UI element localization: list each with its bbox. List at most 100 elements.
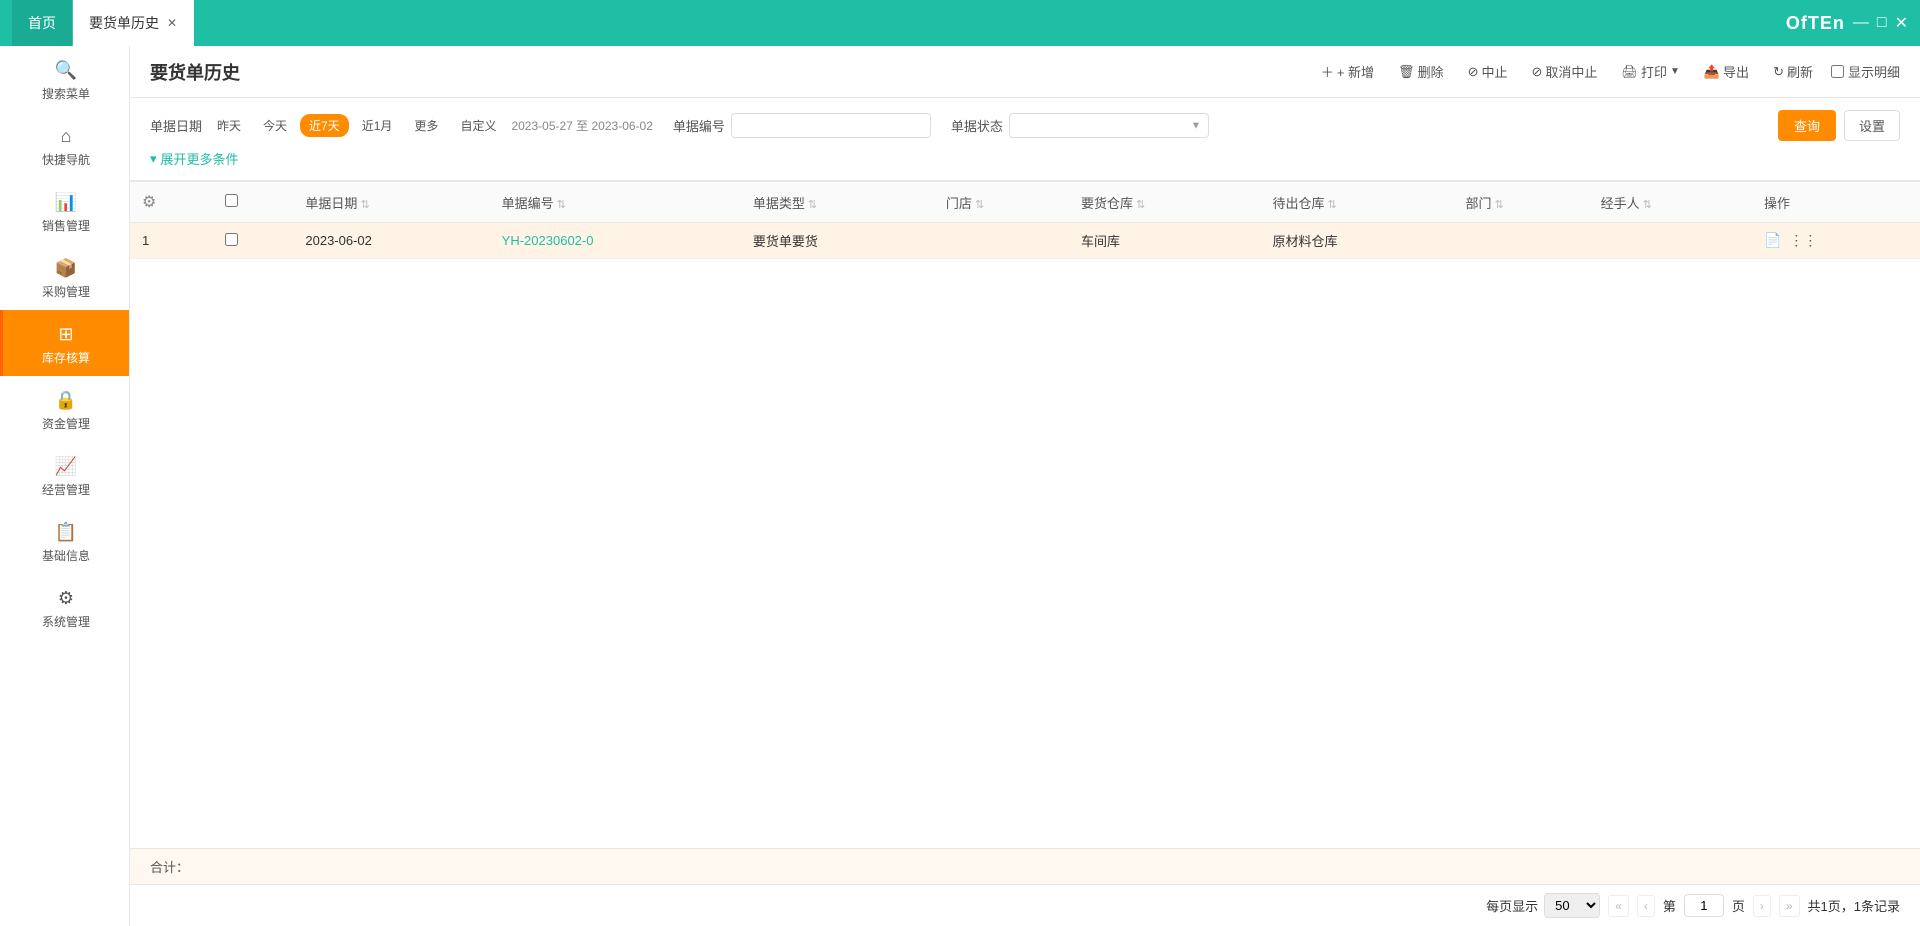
th-dept[interactable]: 部门: [1454, 182, 1589, 223]
print-button[interactable]: 🖨 打印 ▼: [1615, 58, 1685, 85]
add-icon: ＋: [1321, 62, 1334, 81]
display-detail-checkbox[interactable]: [1831, 65, 1844, 78]
table-container: ⚙ 单据日期 单据编号 单据类型 门店 要货仓库 待出仓库 部门: [130, 181, 1920, 848]
date-btn-yesterday[interactable]: 昨天: [208, 114, 250, 137]
delete-label: 删除: [1418, 62, 1444, 81]
sidebar-item-system[interactable]: ⚙ 系统管理: [0, 574, 129, 640]
page-number-input[interactable]: [1684, 894, 1724, 917]
th-handler[interactable]: 经手人: [1589, 182, 1752, 223]
cell-checkbox: [213, 223, 293, 259]
stop-icon: ⊘: [1468, 64, 1479, 80]
tab-home[interactable]: 首页: [12, 0, 73, 46]
sidebar-item-system-label: 系统管理: [42, 613, 90, 630]
refresh-label: 刷新: [1787, 62, 1813, 81]
date-btn-custom[interactable]: 自定义: [451, 114, 505, 137]
more-action-icon[interactable]: ⋮⋮: [1789, 232, 1817, 249]
display-detail-toggle[interactable]: 显示明细: [1831, 62, 1900, 81]
export-icon: 📤: [1704, 64, 1720, 80]
cancel-stop-button[interactable]: ⊘ 取消中止: [1526, 58, 1604, 85]
refresh-button[interactable]: ↻ 刷新: [1767, 58, 1819, 85]
th-pending-warehouse[interactable]: 待出仓库: [1260, 182, 1453, 223]
per-page-wrap: 每页显示 50 100: [1486, 893, 1600, 918]
minimize-icon[interactable]: —: [1853, 14, 1869, 32]
content-area: 要货单历史 ＋ + 新增 🗑 删除 ⊘ 中止 ⊘: [130, 46, 1920, 926]
query-button[interactable]: 查询: [1778, 110, 1836, 141]
th-req-warehouse[interactable]: 要货仓库: [1069, 182, 1261, 223]
print-icon: 🖨: [1621, 64, 1638, 80]
sidebar-item-sales[interactable]: 📊 销售管理: [0, 178, 129, 244]
date-filters: 昨天 今天 近7天 近1月 更多 自定义: [208, 114, 505, 137]
sidebar-item-finance-label: 资金管理: [42, 415, 90, 432]
sidebar-item-search[interactable]: 🔍 搜索菜单: [0, 46, 129, 112]
add-button[interactable]: ＋ + 新增: [1315, 58, 1380, 85]
top-bar-right: OfTEn — □ ✕: [1786, 13, 1908, 34]
th-settings: ⚙: [130, 182, 213, 223]
sidebar-item-purchase[interactable]: 📦 采购管理: [0, 244, 129, 310]
cell-req-warehouse: 车间库: [1069, 223, 1261, 259]
cell-dept: [1454, 223, 1589, 259]
th-type[interactable]: 单据类型: [741, 182, 934, 223]
top-bar: 首页 要货单历史 ✕ OfTEn — □ ✕: [0, 0, 1920, 46]
settings-gear-icon[interactable]: ⚙: [142, 194, 156, 211]
per-page-label: 每页显示: [1486, 896, 1538, 915]
last-page-button[interactable]: »: [1779, 895, 1800, 917]
export-button[interactable]: 📤 导出: [1698, 58, 1755, 85]
orderno-filter-item: 单据编号: [673, 113, 931, 138]
purchase-icon: 📦: [55, 258, 77, 279]
tab-close-icon[interactable]: ✕: [167, 16, 177, 30]
per-page-select[interactable]: 50 100: [1544, 893, 1600, 918]
total-info: 共1页，1条记录: [1808, 896, 1900, 915]
sidebar-item-basic[interactable]: 📋 基础信息: [0, 508, 129, 574]
page-title: 要货单历史: [150, 59, 240, 85]
close-icon[interactable]: ✕: [1895, 13, 1908, 33]
next-page-button[interactable]: ›: [1753, 895, 1771, 917]
tab-order-history[interactable]: 要货单历史 ✕: [73, 0, 194, 46]
table-header-row: ⚙ 单据日期 单据编号 单据类型 门店 要货仓库 待出仓库 部门: [130, 182, 1920, 223]
sidebar-item-shortcut[interactable]: ⌂ 快捷导航: [0, 112, 129, 178]
view-detail-icon[interactable]: 📄: [1764, 232, 1781, 249]
tab-order-history-label: 要货单历史: [89, 13, 159, 33]
setting-button[interactable]: 设置: [1844, 110, 1900, 141]
sidebar: 🔍 搜索菜单 ⌂ 快捷导航 📊 销售管理 📦 采购管理 ⊞ 库存核算 🔒 资: [0, 46, 130, 926]
prev-page-button[interactable]: ‹: [1637, 895, 1655, 917]
filter-area: 单据日期 昨天 今天 近7天 近1月 更多 自定义 2023-05-27 至 2…: [130, 98, 1920, 181]
date-btn-more[interactable]: 更多: [405, 114, 447, 137]
status-select[interactable]: [1009, 113, 1209, 138]
date-btn-7days[interactable]: 近7天: [300, 114, 349, 137]
th-date[interactable]: 单据日期: [293, 182, 489, 223]
page-end-label: 页: [1732, 896, 1745, 915]
th-store[interactable]: 门店: [934, 182, 1069, 223]
cell-no: YH-20230602-0: [490, 223, 741, 259]
display-detail-label: 显示明细: [1848, 62, 1900, 81]
sidebar-item-operations[interactable]: 📈 经营管理: [0, 442, 129, 508]
expand-filter-btn[interactable]: ▾ 展开更多条件: [150, 149, 1900, 168]
maximize-icon[interactable]: □: [1877, 14, 1887, 32]
th-checkbox: [213, 182, 293, 223]
home-icon: ⌂: [61, 126, 72, 147]
toolbar: ＋ + 新增 🗑 删除 ⊘ 中止 ⊘ 取消中止: [1315, 58, 1900, 85]
stop-button[interactable]: ⊘ 中止: [1462, 58, 1514, 85]
sidebar-item-operations-label: 经营管理: [42, 481, 90, 498]
add-label: + 新增: [1337, 62, 1374, 81]
cancel-stop-icon: ⊘: [1532, 64, 1543, 80]
delete-button[interactable]: 🗑 删除: [1392, 58, 1450, 85]
sidebar-item-inventory[interactable]: ⊞ 库存核算: [0, 310, 129, 376]
sidebar-item-inventory-label: 库存核算: [42, 349, 90, 366]
action-icons: 📄 ⋮⋮: [1764, 232, 1908, 249]
sum-label: 合计：: [150, 860, 189, 875]
th-no[interactable]: 单据编号: [490, 182, 741, 223]
date-filter-item: 单据日期 昨天 今天 近7天 近1月 更多 自定义 2023-05-27 至 2…: [150, 114, 653, 137]
sidebar-item-finance[interactable]: 🔒 资金管理: [0, 376, 129, 442]
orderno-input[interactable]: [731, 113, 931, 138]
date-btn-today[interactable]: 今天: [254, 114, 296, 137]
stop-label: 中止: [1481, 62, 1507, 81]
orderno-label: 单据编号: [673, 116, 725, 135]
order-no-link[interactable]: YH-20230602-0: [502, 233, 594, 248]
row-checkbox[interactable]: [225, 233, 238, 246]
cell-handler: [1589, 223, 1752, 259]
table-footer: 合计：: [130, 848, 1920, 884]
first-page-button[interactable]: «: [1608, 895, 1629, 917]
select-all-checkbox[interactable]: [225, 194, 238, 207]
table-row: 1 2023-06-02 YH-20230602-0 要货单要货 车间库: [130, 223, 1920, 259]
date-btn-1month[interactable]: 近1月: [353, 114, 402, 137]
